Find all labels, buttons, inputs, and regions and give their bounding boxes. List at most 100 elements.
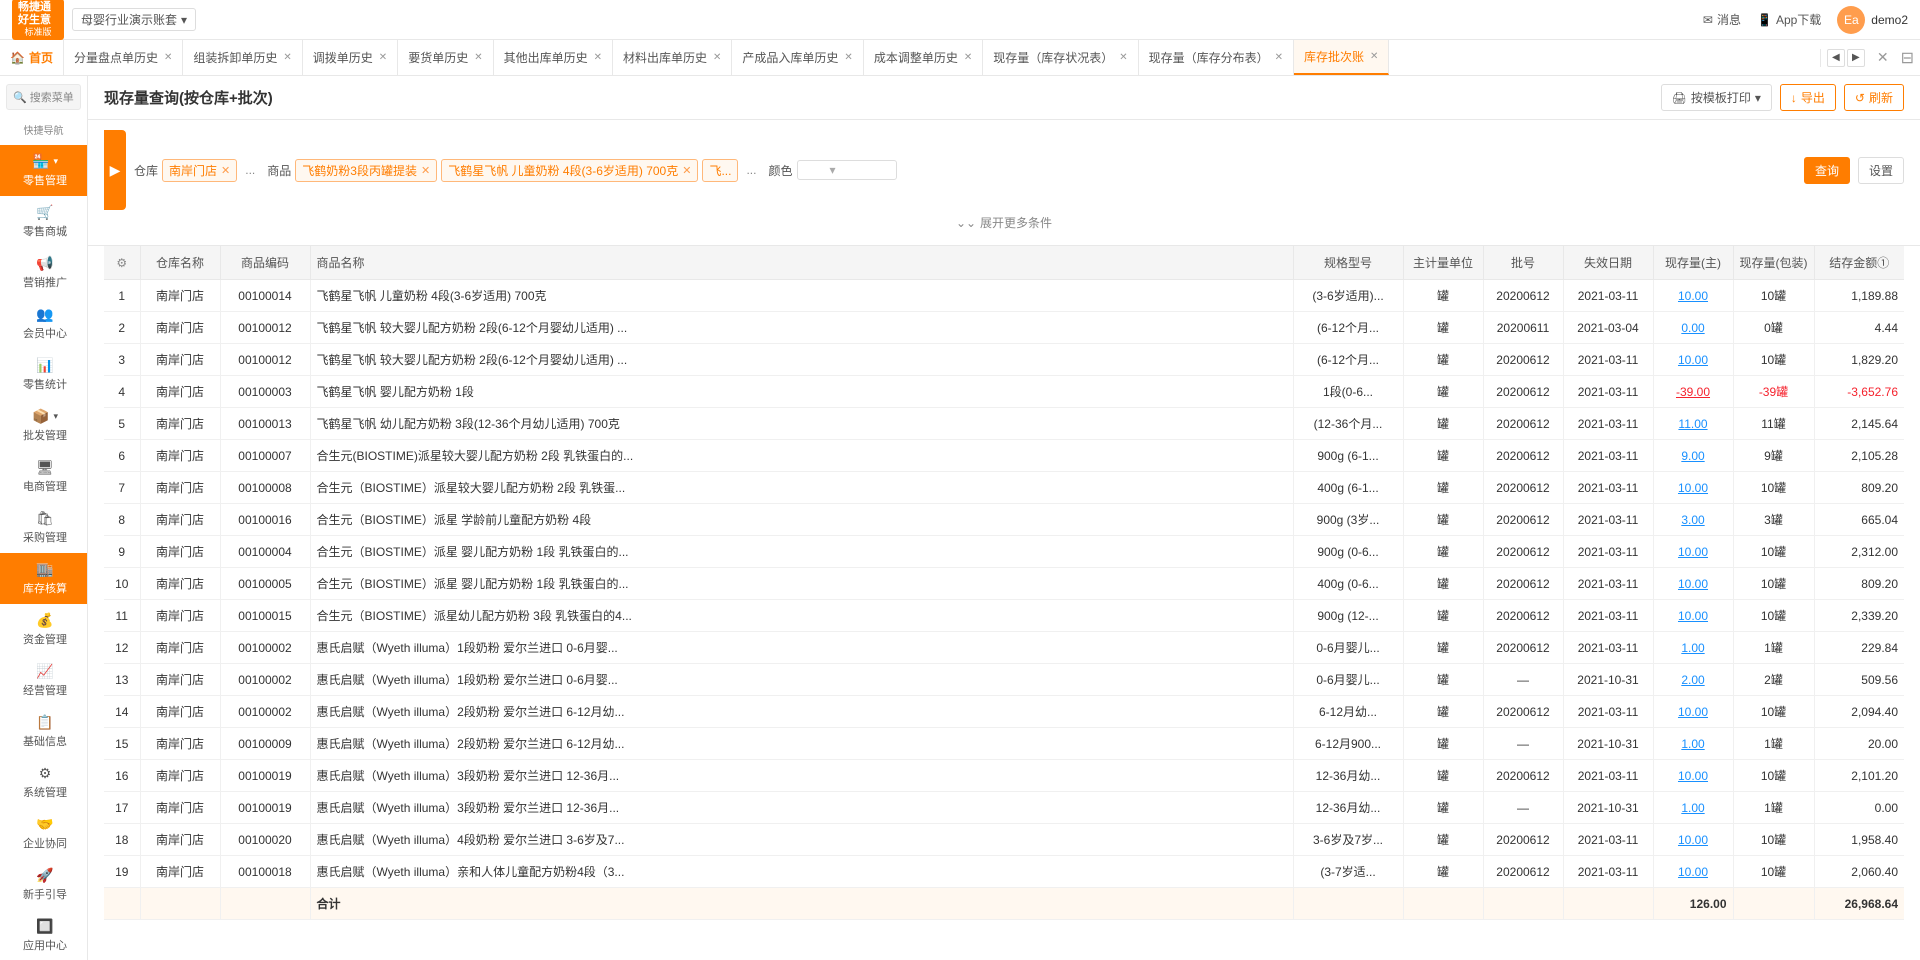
sidebar-item-system[interactable]: ⚙ 系统管理 — [0, 757, 87, 808]
table-row: 14 南岸门店 00100002 惠氏启赋（Wyeth illuma）2段奶粉 … — [104, 696, 1904, 728]
th-settings[interactable]: ⚙ — [104, 246, 140, 280]
export-btn[interactable]: ↓ 导出 — [1780, 84, 1836, 111]
cell-qty-main[interactable]: 10.00 — [1653, 600, 1733, 632]
tab-next-btn[interactable]: ▶ — [1847, 49, 1865, 67]
cell-qty-main[interactable]: 10.00 — [1653, 280, 1733, 312]
tab-material-out[interactable]: 材料出库单历史 ✕ — [613, 40, 732, 75]
cell-qty-main[interactable]: 1.00 — [1653, 792, 1733, 824]
marketing-icon: 📢 — [36, 255, 53, 272]
cell-qty-main[interactable]: 10.00 — [1653, 696, 1733, 728]
sidebar-item-retail-stat-label: 零售统计 — [23, 376, 67, 392]
tab-stock-dist-close[interactable]: ✕ — [1275, 52, 1283, 63]
tab-yao-huo-close[interactable]: ✕ — [474, 52, 482, 63]
tab-prev-btn[interactable]: ◀ — [1827, 49, 1845, 67]
cell-qty-main[interactable]: 3.00 — [1653, 504, 1733, 536]
sidebar-item-company[interactable]: 🤝 企业协同 — [0, 808, 87, 859]
filter-expand-btn[interactable]: ⌄⌄ 展开更多条件 — [104, 210, 1904, 235]
filter-tag-goods1[interactable]: 飞鹤奶粉3段丙罐提装 ✕ — [295, 159, 437, 182]
finance-icon: 💰 — [36, 612, 53, 629]
cell-qty-main[interactable]: 10.00 — [1653, 760, 1733, 792]
tab-tiao-bo-close[interactable]: ✕ — [379, 52, 387, 63]
tab-menu-btn[interactable]: ⊟ — [1895, 48, 1920, 68]
filter-tag-goods2[interactable]: 飞鹤星飞帆 儿童奶粉 4段(3-6岁适用) 700克 ✕ — [441, 159, 698, 182]
print-btn[interactable]: 🖨 按模板打印 ▾ — [1661, 84, 1772, 111]
sidebar-item-ecommerce[interactable]: 🖥 电商管理 — [0, 451, 87, 502]
cell-qty-main[interactable]: 10.00 — [1653, 856, 1733, 888]
refresh-btn[interactable]: ↺ 刷新 — [1844, 84, 1904, 111]
cell-batch: 20200612 — [1483, 824, 1563, 856]
sidebar-item-member[interactable]: 👥 会员中心 — [0, 298, 87, 349]
settings-btn[interactable]: 设置 — [1858, 157, 1904, 184]
sidebar-item-retail-stat[interactable]: 📊 零售统计 — [0, 349, 87, 400]
tab-stock-dist[interactable]: 现存量（库存分布表） ✕ — [1139, 40, 1294, 75]
cell-qty-main[interactable]: -39.00 — [1653, 376, 1733, 408]
query-btn[interactable]: 查询 — [1804, 157, 1850, 184]
sidebar-search-btn[interactable]: 🔍 搜索菜单 — [6, 84, 81, 110]
filter-tag-nanang[interactable]: 南岸门店 ✕ — [162, 159, 237, 182]
sidebar-item-wholesale-label: 批发管理 — [23, 427, 67, 443]
sidebar-item-retail-shop[interactable]: 🛒 零售商城 — [0, 196, 87, 247]
cell-qty-main[interactable]: 10.00 — [1653, 536, 1733, 568]
filter-tag-goods1-remove[interactable]: ✕ — [421, 164, 430, 177]
tab-batch-ledger-close[interactable]: ✕ — [1370, 51, 1378, 62]
sidebar-item-retail[interactable]: 🏪 ▾ 零售管理 — [0, 145, 87, 196]
sidebar-item-appstore[interactable]: 🔲 应用中心 — [0, 910, 87, 960]
tab-tiao-bo[interactable]: 调拨单历史 ✕ — [303, 40, 398, 75]
sidebar-search-area: 🔍 搜索菜单 — [0, 76, 87, 118]
tab-cost-adjust-close[interactable]: ✕ — [964, 52, 972, 63]
cell-qty-main[interactable]: 2.00 — [1653, 664, 1733, 696]
user-area[interactable]: Ea demo2 — [1837, 6, 1908, 34]
cell-qty-main[interactable]: 1.00 — [1653, 728, 1733, 760]
filter-warehouse-ellipsis[interactable]: ... — [241, 163, 259, 177]
cell-qty-main[interactable]: 10.00 — [1653, 824, 1733, 856]
tab-stock-status[interactable]: 现存量（库存状况表） ✕ — [983, 40, 1138, 75]
tab-home[interactable]: 🏠 首页 — [0, 40, 64, 75]
cell-expire: 2021-03-11 — [1563, 408, 1653, 440]
sidebar-item-finance[interactable]: 💰 资金管理 — [0, 604, 87, 655]
sidebar-item-business[interactable]: 📈 经营管理 — [0, 655, 87, 706]
table-row: 9 南岸门店 00100004 合生元（BIOSTIME）派星 婴儿配方奶粉 1… — [104, 536, 1904, 568]
industry-select[interactable]: 母婴行业演示账套 ▾ — [72, 8, 196, 31]
tab-zu-cai[interactable]: 组装拆卸单历史 ✕ — [183, 40, 302, 75]
filter-tag-nanang-remove[interactable]: ✕ — [221, 164, 230, 177]
tab-stock-status-close[interactable]: ✕ — [1119, 52, 1127, 63]
tab-fen-cang[interactable]: 分量盘点单历史 ✕ — [64, 40, 183, 75]
cell-qty-main[interactable]: 1.00 — [1653, 632, 1733, 664]
tab-cost-adjust[interactable]: 成本调整单历史 ✕ — [864, 40, 983, 75]
tab-product-in[interactable]: 产成品入库单历史 ✕ — [732, 40, 863, 75]
cell-qty-main[interactable]: 10.00 — [1653, 568, 1733, 600]
sidebar-item-marketing[interactable]: 📢 营销推广 — [0, 247, 87, 298]
tab-close-all-btn[interactable]: ✕ — [1871, 49, 1895, 66]
sidebar-item-inventory[interactable]: 🏬 库存核算 — [0, 553, 87, 604]
cell-qty-pkg: 2罐 — [1733, 664, 1814, 696]
tab-other-out[interactable]: 其他出库单历史 ✕ — [494, 40, 613, 75]
summary-empty4 — [1293, 888, 1403, 920]
sidebar-item-purchase[interactable]: 🛍 采购管理 — [0, 502, 87, 553]
tab-other-out-close[interactable]: ✕ — [594, 52, 602, 63]
tab-zu-cai-close[interactable]: ✕ — [283, 52, 291, 63]
cell-expire: 2021-03-11 — [1563, 472, 1653, 504]
message-btn[interactable]: ✉ 消息 — [1703, 11, 1741, 28]
cell-qty-main[interactable]: 9.00 — [1653, 440, 1733, 472]
cell-qty-main[interactable]: 11.00 — [1653, 408, 1733, 440]
tab-yao-huo[interactable]: 要货单历史 ✕ — [398, 40, 493, 75]
settings-icon[interactable]: ⚙ — [116, 256, 127, 270]
filter-color-select[interactable]: ▾ — [797, 160, 897, 180]
filter-tag-goods3[interactable]: 飞... — [702, 159, 738, 182]
app-download-btn[interactable]: 📱 App下载 — [1757, 11, 1821, 28]
filter-tag-goods2-remove[interactable]: ✕ — [682, 164, 691, 177]
sidebar-item-wholesale[interactable]: 📦 ▾ 批发管理 — [0, 400, 87, 451]
tab-product-in-close[interactable]: ✕ — [844, 52, 852, 63]
filter-goods-ellipsis[interactable]: ... — [742, 163, 760, 177]
tab-material-out-close[interactable]: ✕ — [713, 52, 721, 63]
sidebar-item-newguide[interactable]: 🚀 新手引导 — [0, 859, 87, 910]
tab-fen-cang-close[interactable]: ✕ — [164, 52, 172, 63]
sidebar-item-basic[interactable]: 📋 基础信息 — [0, 706, 87, 757]
tab-batch-ledger[interactable]: 库存批次账 ✕ — [1294, 40, 1389, 75]
th-warehouse: 仓库名称 — [140, 246, 220, 280]
cell-qty-main[interactable]: 10.00 — [1653, 472, 1733, 504]
cell-qty-main[interactable]: 10.00 — [1653, 344, 1733, 376]
filter-collapse-btn[interactable]: ▶ — [104, 130, 126, 210]
cell-code: 00100008 — [220, 472, 310, 504]
summary-empty1 — [104, 888, 140, 920]
